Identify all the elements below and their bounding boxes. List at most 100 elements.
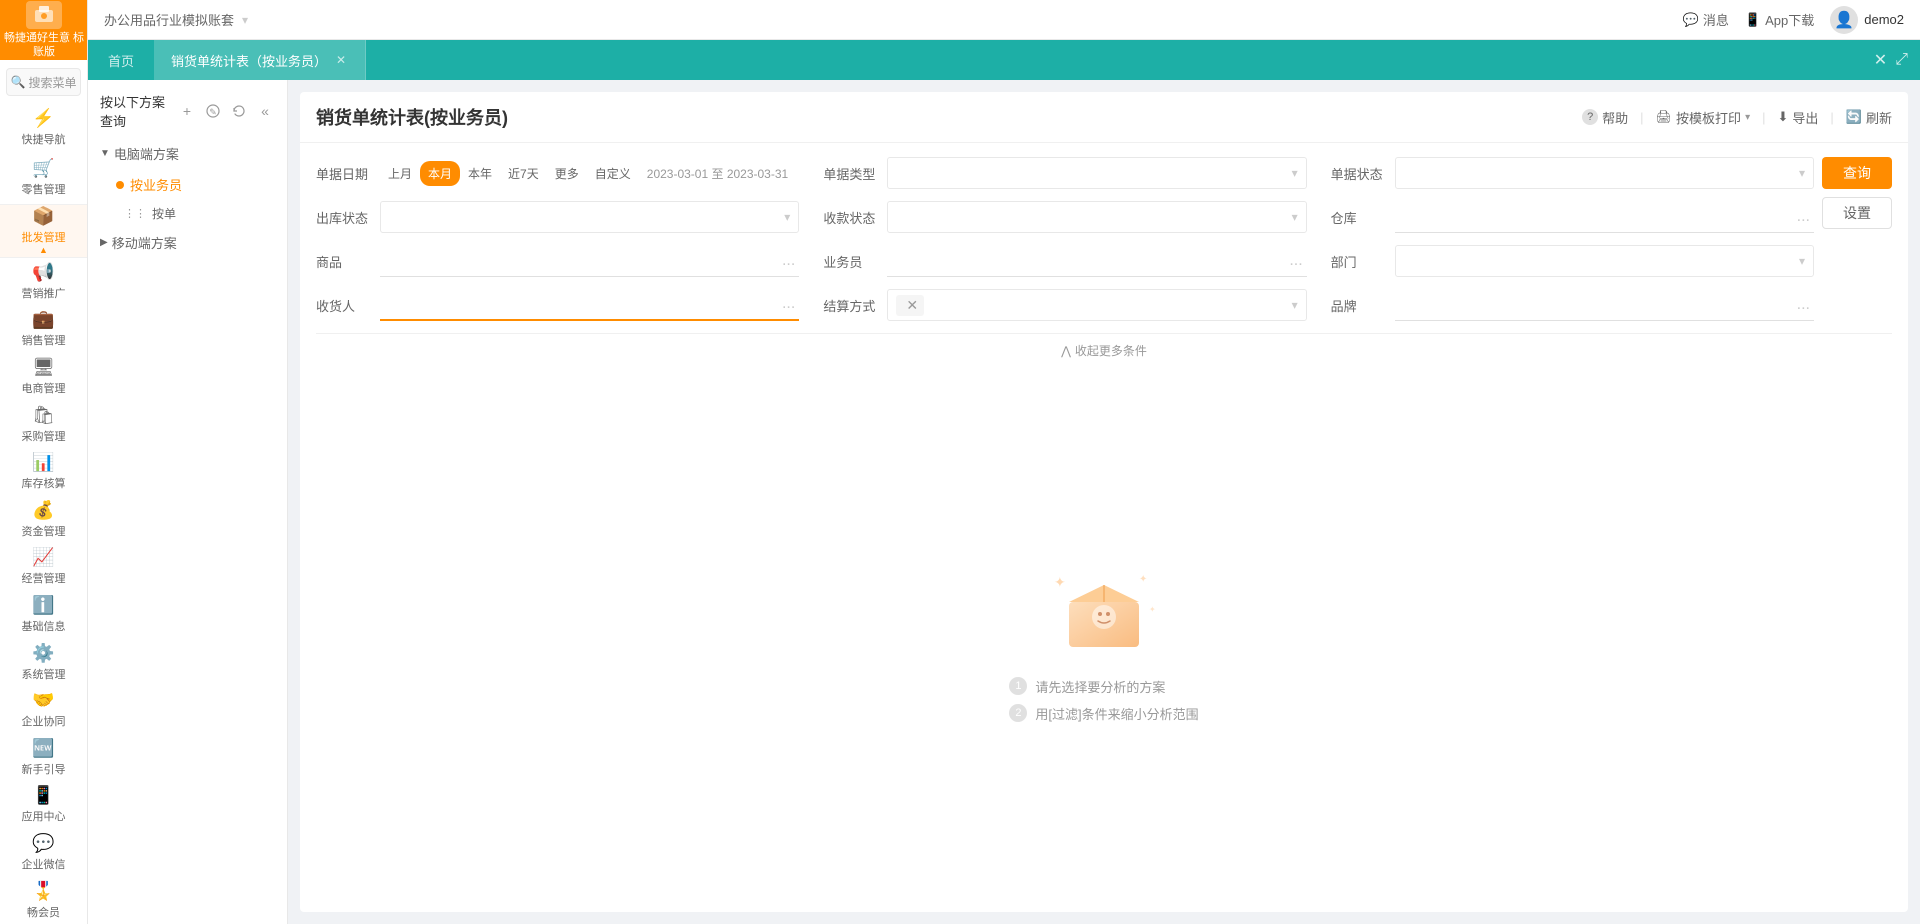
nav-finance[interactable]: 💰 资金管理 — [0, 496, 87, 544]
collapse-panel-btn[interactable]: « — [255, 101, 275, 121]
brand-dots[interactable]: ... — [1797, 296, 1810, 314]
settlement-clear[interactable]: ✕ — [906, 297, 918, 314]
refresh-scheme-btn[interactable] — [229, 101, 249, 121]
goods-input[interactable]: ... — [380, 245, 799, 277]
sidebar-search-area: 🔍 搜索菜单 — [0, 60, 87, 104]
refresh-action[interactable]: 🔄 刷新 — [1846, 108, 1892, 127]
warehouse-dots[interactable]: ... — [1797, 208, 1810, 226]
sales-label: 销售管理 — [22, 332, 66, 348]
settings-button[interactable]: 设置 — [1822, 197, 1892, 229]
breadcrumb-arrow[interactable]: ▾ — [242, 13, 248, 27]
newuser-icon: 🆕 — [32, 738, 54, 759]
date-btn-more[interactable]: 更多 — [547, 161, 587, 186]
query-button[interactable]: 查询 — [1822, 157, 1892, 189]
date-btn-this-month[interactable]: 本月 — [420, 161, 460, 186]
nav-ecommerce[interactable]: 🖥 电商管理 — [0, 353, 87, 401]
message-label: 消息 — [1703, 10, 1729, 29]
consignee-label: 收货人 — [316, 296, 372, 315]
date-range-text: 2023-03-01 至 2023-03-31 — [647, 165, 788, 182]
scheme-sub-item-order[interactable]: ⋮⋮ 按单 — [116, 200, 275, 227]
basic-icon: ℹ️ — [32, 595, 54, 616]
doc-type-select[interactable]: ▾ — [887, 157, 1306, 189]
nav-retail[interactable]: 🛒 零售管理 — [0, 152, 87, 204]
refresh-icon: 🔄 — [1846, 109, 1862, 125]
doc-status-select[interactable]: ▾ — [1395, 157, 1814, 189]
scheme-sub-area: ⋮⋮ 按单 — [88, 200, 287, 227]
salesman-dots[interactable]: ... — [1289, 252, 1302, 270]
message-action[interactable]: 💬 消息 — [1683, 10, 1729, 29]
goods-dots[interactable]: ... — [782, 252, 795, 270]
consignee-dots[interactable]: ... — [782, 295, 795, 313]
main-area: 办公用品行业模拟账套 ▾ 💬 消息 📱 App下载 👤 demo2 — [88, 0, 1920, 924]
doc-type-label: 单据类型 — [823, 164, 879, 183]
tab-close-button[interactable]: ✕ — [333, 52, 349, 68]
tab-bar-right: ✕ ⤢ — [1862, 50, 1920, 70]
tab-bar-close-btn[interactable]: ✕ — [1874, 50, 1887, 70]
nav-marketing[interactable]: 📢 营销推广 — [0, 258, 87, 306]
nav-wechat[interactable]: 💬 企业微信 — [0, 829, 87, 877]
payment-status-select[interactable]: ▾ — [887, 201, 1306, 233]
nav-vip[interactable]: 🎖️ 畅会员 — [0, 876, 87, 924]
app-download-action[interactable]: 📱 App下载 — [1745, 10, 1814, 29]
nav-purchase[interactable]: 🛍 采购管理 — [0, 400, 87, 448]
dept-label: 部门 — [1331, 252, 1387, 271]
tab-report[interactable]: 销货单统计表（按业务员） ✕ — [155, 40, 366, 80]
export-icon: ⬇ — [1777, 109, 1788, 125]
wechat-label: 企业微信 — [22, 856, 66, 872]
tab-home[interactable]: 首页 — [88, 40, 155, 80]
desktop-scheme-header[interactable]: ▼ 电脑端方案 — [88, 138, 287, 169]
vip-label: 畅会员 — [27, 904, 60, 920]
user-profile[interactable]: 👤 demo2 — [1830, 6, 1904, 34]
date-filter-cell: 单据日期 上月 本月 本年 近7天 更多 自定义 2023-03-01 至 20… — [316, 161, 799, 186]
consignee-input[interactable]: ... — [380, 289, 799, 321]
app-logo: 畅捷通好生意 标账版 — [0, 0, 88, 60]
date-btn-last-month[interactable]: 上月 — [380, 161, 420, 186]
export-action[interactable]: ⬇ 导出 — [1777, 108, 1818, 127]
settlement-label: 结算方式 — [823, 296, 879, 315]
help-action[interactable]: ? 帮助 — [1582, 108, 1628, 127]
search-menu-button[interactable]: 🔍 搜索菜单 — [6, 68, 81, 96]
nav-app[interactable]: 📱 应用中心 — [0, 781, 87, 829]
nav-sales[interactable]: 💼 销售管理 — [0, 305, 87, 353]
print-action[interactable]: 🖨 按模板打印 ▾ — [1656, 108, 1751, 127]
export-label: 导出 — [1792, 108, 1818, 127]
print-label: 按模板打印 — [1676, 108, 1741, 127]
warehouse-input[interactable]: ... — [1395, 201, 1814, 233]
logo-icon — [26, 1, 62, 29]
collapse-bar[interactable]: ⋀ 收起更多条件 — [316, 333, 1892, 367]
nav-inventory[interactable]: 📊 库存核算 — [0, 448, 87, 496]
edit-scheme-btn[interactable]: ✎ — [203, 101, 223, 121]
svg-text:✎: ✎ — [209, 107, 217, 117]
nav-wholesale[interactable]: 📦 批发管理 ▲ — [0, 205, 87, 257]
marketing-icon: 📢 — [32, 262, 54, 283]
mobile-scheme-header[interactable]: ▶ 移动端方案 — [88, 227, 287, 258]
marketing-label: 营销推广 — [22, 285, 66, 301]
collapse-icon: ⋀ — [1061, 344, 1071, 358]
doc-status-label: 单据状态 — [1331, 164, 1387, 183]
payment-status-cell: 收款状态 ▾ — [823, 201, 1306, 233]
date-btn-custom[interactable]: 自定义 — [587, 161, 639, 186]
brand-input[interactable]: ... — [1395, 289, 1814, 321]
scheme-item-salesman[interactable]: 按业务员 — [88, 169, 287, 200]
add-scheme-btn[interactable]: + — [177, 101, 197, 121]
date-btn-this-year[interactable]: 本年 — [460, 161, 500, 186]
settlement-arrow: ▾ — [1292, 298, 1298, 312]
nav-enterprise[interactable]: 🤝 企业协同 — [0, 686, 87, 734]
dept-select[interactable]: ▾ — [1395, 245, 1814, 277]
nav-basic[interactable]: ℹ️ 基础信息 — [0, 591, 87, 639]
date-btn-7days[interactable]: 近7天 — [500, 161, 547, 186]
nav-operations[interactable]: 📈 经营管理 — [0, 543, 87, 591]
out-status-cell: 出库状态 ▾ — [316, 201, 799, 233]
quick-nav-icon: ⚡ — [32, 108, 54, 129]
svg-text:✦: ✦ — [1149, 605, 1156, 614]
divider2: | — [1762, 110, 1765, 125]
payment-arrow: ▾ — [1292, 210, 1298, 224]
nav-system[interactable]: ⚙️ 系统管理 — [0, 638, 87, 686]
nav-newuser[interactable]: 🆕 新手引导 — [0, 734, 87, 782]
salesman-input[interactable]: ... — [887, 245, 1306, 277]
nav-quick-nav[interactable]: ⚡ 快捷导航 — [0, 104, 87, 152]
settlement-select[interactable]: ✕ ▾ — [887, 289, 1306, 321]
breadcrumb: 办公用品行业模拟账套 — [104, 10, 234, 29]
out-status-select[interactable]: ▾ — [380, 201, 799, 233]
tab-bar-expand-btn[interactable]: ⤢ — [1895, 51, 1908, 69]
